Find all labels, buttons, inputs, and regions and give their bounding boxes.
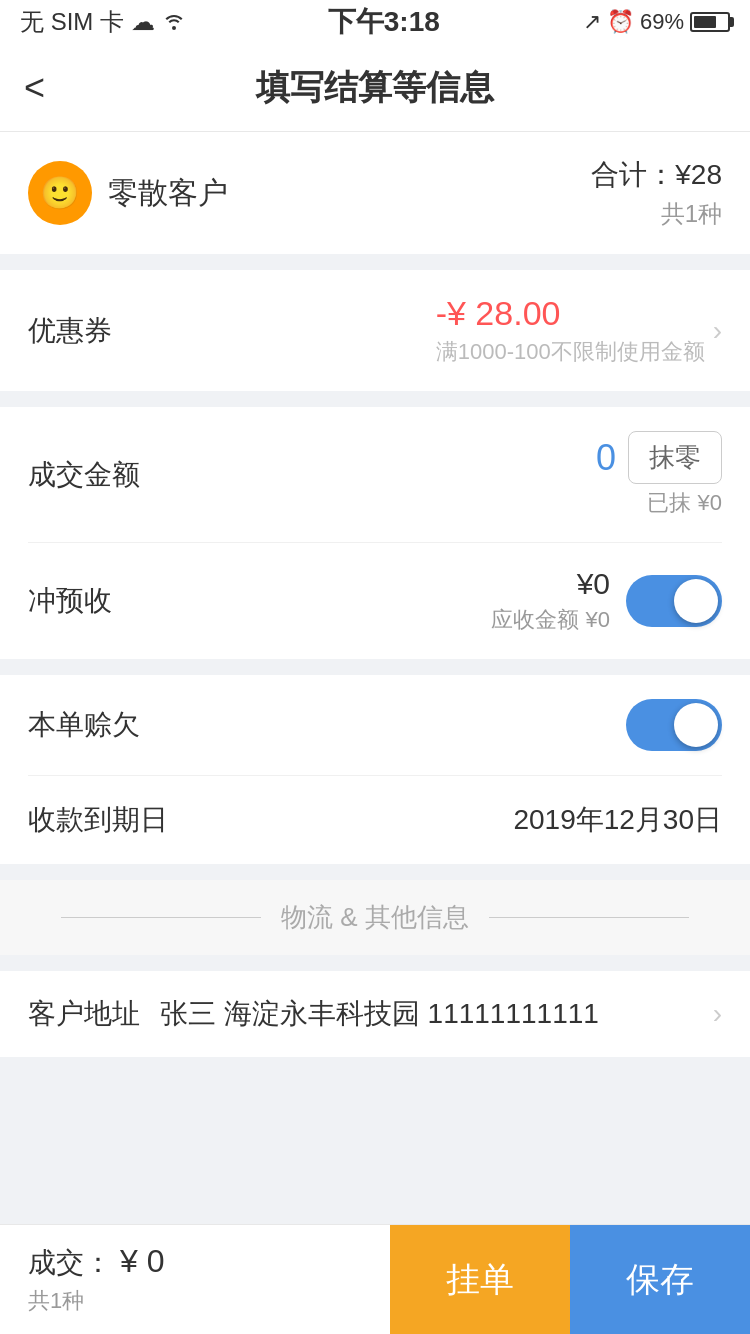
bottom-bar: 成交： ¥ 0 共1种 挂单 保存 [0, 1224, 750, 1334]
prepay-toggle-knob [674, 579, 718, 623]
prepay-row: 冲预收 ¥0 应收金额 ¥0 [0, 543, 750, 659]
deal-section: 成交金额 抹零 已抹 ¥0 冲预收 ¥0 应收金额 ¥0 [0, 407, 750, 659]
bottom-deal-amount: ¥ 0 [120, 1243, 164, 1280]
debt-toggle[interactable] [626, 699, 722, 751]
bottom-deal-row: 成交： ¥ 0 [28, 1243, 362, 1282]
pend-label: 挂单 [446, 1257, 514, 1303]
address-row[interactable]: 客户地址 张三 海淀永丰科技园 11111111111 › [0, 971, 750, 1057]
customer-total: 合计：¥28 [591, 156, 722, 194]
status-time: 下午3:18 [328, 3, 440, 41]
due-date-row: 收款到期日 2019年12月30日 [0, 776, 750, 864]
status-right: ↗ ⏰ 69% [583, 9, 730, 35]
status-left: 无 SIM 卡 ☁ [20, 6, 185, 38]
battery-percent: 69% [640, 9, 684, 35]
battery-icon [690, 12, 730, 32]
debt-row: 本单赊欠 [0, 675, 750, 775]
logistics-header: 物流 & 其他信息 [28, 900, 722, 935]
deal-amount-sub: 已抹 ¥0 [536, 488, 722, 518]
prepay-amount: ¥0 [491, 567, 610, 601]
prepay-label: 冲预收 [28, 582, 112, 620]
address-label: 客户地址 [28, 995, 140, 1033]
address-chevron-icon: › [713, 998, 722, 1030]
due-date-label: 收款到期日 [28, 801, 168, 839]
coupon-label: 优惠券 [28, 312, 112, 350]
alarm-icon: ⏰ [607, 9, 634, 35]
coupon-amount: -¥ 28.00 [436, 294, 705, 333]
debt-right [626, 699, 722, 751]
bottom-info: 成交： ¥ 0 共1种 [0, 1243, 390, 1316]
customer-card: 🙂 零散客户 合计：¥28 共1种 [0, 132, 750, 254]
address-card: 客户地址 张三 海淀永丰科技园 11111111111 › [0, 971, 750, 1057]
no-sim-label: 无 SIM 卡 ☁ [20, 6, 155, 38]
bottom-count: 共1种 [28, 1286, 362, 1316]
customer-row: 🙂 零散客户 合计：¥28 共1种 [0, 132, 750, 254]
deal-amount-row: 成交金额 抹零 已抹 ¥0 [0, 407, 750, 542]
content: 🙂 零散客户 合计：¥28 共1种 优惠券 -¥ 28.00 满1000-100… [0, 132, 750, 1193]
coupon-card: 优惠券 -¥ 28.00 满1000-100不限制使用金额 › [0, 270, 750, 391]
debt-section: 本单赊欠 收款到期日 2019年12月30日 [0, 675, 750, 864]
logistics-section: 物流 & 其他信息 [0, 880, 750, 955]
customer-count: 共1种 [591, 198, 722, 230]
deal-amount-col: 抹零 已抹 ¥0 [536, 431, 722, 518]
logistics-label: 物流 & 其他信息 [281, 900, 469, 935]
address-value: 张三 海淀永丰科技园 11111111111 [160, 995, 705, 1033]
debt-label: 本单赊欠 [28, 706, 140, 744]
coupon-right-info: -¥ 28.00 满1000-100不限制使用金额 [436, 294, 705, 367]
bottom-deal-label: 成交： [28, 1244, 112, 1282]
due-date-value: 2019年12月30日 [513, 801, 722, 839]
deal-amount-input[interactable] [536, 437, 616, 479]
page-title: 填写结算等信息 [256, 65, 494, 111]
save-label: 保存 [626, 1257, 694, 1303]
debt-toggle-knob [674, 703, 718, 747]
prepay-col: ¥0 应收金额 ¥0 [491, 567, 610, 635]
back-button[interactable]: < [24, 67, 45, 109]
coupon-desc: 满1000-100不限制使用金额 [436, 337, 705, 367]
customer-right: 合计：¥28 共1种 [591, 156, 722, 230]
deal-amount-right: 抹零 已抹 ¥0 [536, 431, 722, 518]
prepay-right: ¥0 应收金额 ¥0 [491, 567, 722, 635]
customer-avatar: 🙂 [28, 161, 92, 225]
status-bar: 无 SIM 卡 ☁ 下午3:18 ↗ ⏰ 69% [0, 0, 750, 44]
prepay-toggle[interactable] [626, 575, 722, 627]
nav-bar: < 填写结算等信息 [0, 44, 750, 132]
prepay-sub: 应收金额 ¥0 [491, 605, 610, 635]
coupon-chevron-icon: › [713, 315, 722, 347]
avatar-icon: 🙂 [40, 174, 80, 212]
customer-left: 🙂 零散客户 [28, 161, 228, 225]
save-button[interactable]: 保存 [570, 1225, 750, 1335]
customer-name: 零散客户 [108, 173, 228, 214]
wifi-icon [163, 8, 185, 36]
pend-button[interactable]: 挂单 [390, 1225, 570, 1335]
deal-amount-label: 成交金额 [28, 456, 140, 494]
coupon-row[interactable]: 优惠券 -¥ 28.00 满1000-100不限制使用金额 › [0, 270, 750, 391]
location-icon: ↗ [583, 9, 601, 35]
round-off-button[interactable]: 抹零 [628, 431, 722, 484]
